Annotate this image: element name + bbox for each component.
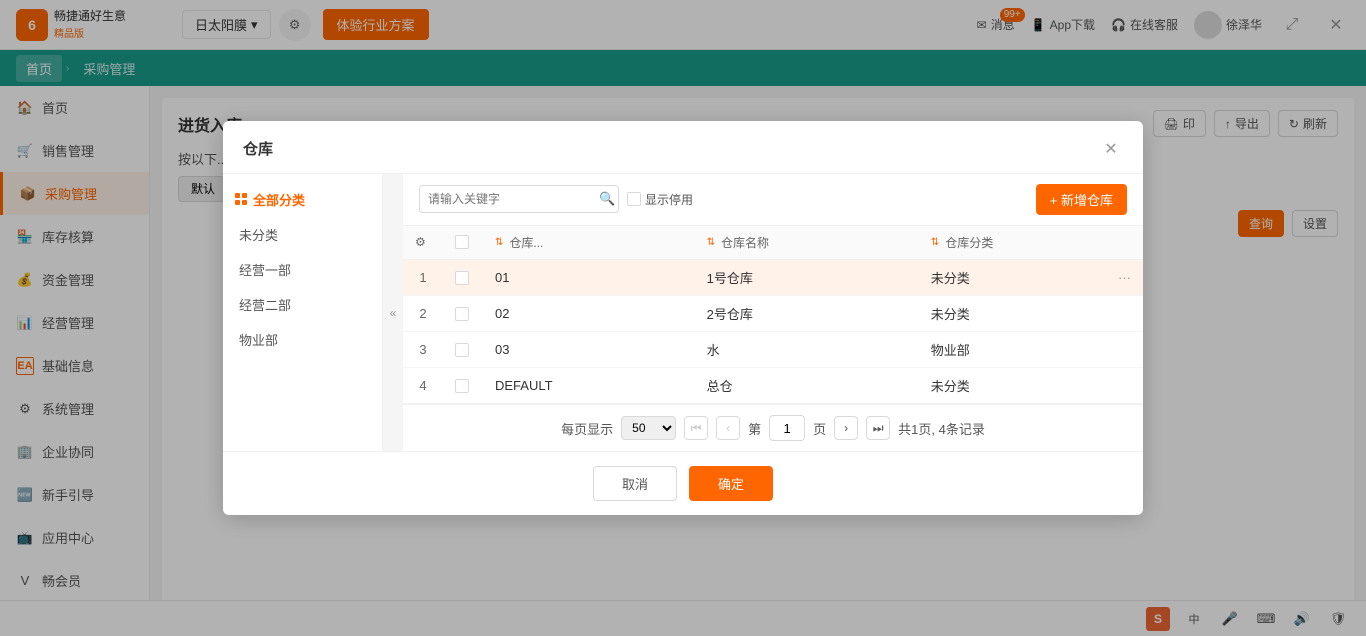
th-settings: ⚙ <box>403 226 443 260</box>
row-name: 1号仓库 <box>695 259 919 296</box>
table-body: 1 01 1号仓库 未分类··· 2 02 2号仓库 未分类 3 03 水 物业… <box>403 259 1143 404</box>
row-checkbox[interactable] <box>455 307 469 321</box>
modal-body: 全部分类 未分类 经营一部 经营二部 物业部 « 🔍 <box>223 174 1143 452</box>
row-checkbox-cell <box>443 368 483 404</box>
category-item-property[interactable]: 物业部 <box>223 322 382 357</box>
row-code: 03 <box>483 332 695 368</box>
category-item-dept1[interactable]: 经营一部 <box>223 252 382 287</box>
table-pagination: 每页显示 50 100 ⏮ ‹ 第 页 › ⏭ 共1页, 4条记录 <box>403 404 1143 451</box>
all-categories-header[interactable]: 全部分类 <box>223 182 382 217</box>
search-icon[interactable]: 🔍 <box>591 186 619 212</box>
modal-sidebar: 全部分类 未分类 经营一部 经营二部 物业部 <box>223 174 383 452</box>
modal-close-button[interactable]: ✕ <box>1099 137 1123 161</box>
row-num: 1 <box>403 259 443 296</box>
th-code: ⇅ 仓库... <box>483 226 695 260</box>
row-num: 2 <box>403 296 443 332</box>
per-page-select[interactable]: 50 100 <box>621 416 676 440</box>
row-category: 未分类 <box>919 296 1143 332</box>
search-input[interactable] <box>420 187 591 211</box>
show-disabled-checkbox[interactable] <box>627 192 641 206</box>
modal-header: 仓库 ✕ <box>223 121 1143 174</box>
last-page-button[interactable]: ⏭ <box>866 416 890 440</box>
show-disabled-wrap: 显示停用 <box>627 191 693 208</box>
next-page-button[interactable]: › <box>834 416 858 440</box>
th-category: ⇅ 仓库分类 <box>919 226 1143 260</box>
table-row[interactable]: 3 03 水 物业部 <box>403 332 1143 368</box>
table-row[interactable]: 2 02 2号仓库 未分类 <box>403 296 1143 332</box>
row-num: 3 <box>403 332 443 368</box>
show-disabled-label: 显示停用 <box>645 191 693 208</box>
prev-page-button[interactable]: ‹ <box>716 416 740 440</box>
add-warehouse-button[interactable]: + 新增仓库 <box>1036 184 1127 215</box>
row-num: 4 <box>403 368 443 404</box>
per-page-label: 每页显示 <box>561 419 613 438</box>
th-name: ⇅ 仓库名称 <box>695 226 919 260</box>
warehouse-table: ⚙ ⇅ 仓库... <box>403 226 1143 405</box>
modal-toolbar-left: 🔍 显示停用 <box>419 185 693 213</box>
table-row[interactable]: 4 DEFAULT 总仓 未分类 <box>403 368 1143 404</box>
row-code: 02 <box>483 296 695 332</box>
grid-icon <box>235 193 247 205</box>
row-checkbox[interactable] <box>455 343 469 357</box>
row-code: DEFAULT <box>483 368 695 404</box>
row-checkbox-cell <box>443 296 483 332</box>
row-checkbox[interactable] <box>455 271 469 285</box>
select-all-checkbox[interactable] <box>455 235 469 249</box>
modal-toolbar: 🔍 显示停用 + 新增仓库 <box>403 174 1143 226</box>
row-checkbox-cell <box>443 259 483 296</box>
sidebar-collapse-button[interactable]: « <box>383 174 403 452</box>
confirm-button[interactable]: 确定 <box>689 466 773 501</box>
total-info: 共1页, 4条记录 <box>898 419 985 438</box>
warehouse-modal: 仓库 ✕ 全部分类 未分类 经营一部 经营二部 物业部 <box>223 121 1143 516</box>
row-more-button[interactable]: ··· <box>1118 270 1131 285</box>
row-category: 物业部 <box>919 332 1143 368</box>
all-categories-label: 全部分类 <box>253 190 305 209</box>
modal-main: 🔍 显示停用 + 新增仓库 <box>403 174 1143 452</box>
modal-table: ⚙ ⇅ 仓库... <box>403 226 1143 405</box>
settings-th-icon: ⚙ <box>415 235 426 249</box>
row-name: 总仓 <box>695 368 919 404</box>
modal-title: 仓库 <box>243 138 273 159</box>
row-checkbox-cell <box>443 332 483 368</box>
row-name: 2号仓库 <box>695 296 919 332</box>
row-category: 未分类 <box>919 368 1143 404</box>
first-page-button[interactable]: ⏮ <box>684 416 708 440</box>
row-code: 01 <box>483 259 695 296</box>
category-item-uncategorized[interactable]: 未分类 <box>223 217 382 252</box>
modal-action-footer: 取消 确定 <box>223 451 1143 515</box>
row-checkbox[interactable] <box>455 379 469 393</box>
table-row[interactable]: 1 01 1号仓库 未分类··· <box>403 259 1143 296</box>
modal-backdrop[interactable]: 仓库 ✕ 全部分类 未分类 经营一部 经营二部 物业部 <box>0 0 1366 636</box>
category-item-dept2[interactable]: 经营二部 <box>223 287 382 322</box>
row-category: 未分类··· <box>919 260 1143 296</box>
cancel-button[interactable]: 取消 <box>593 466 677 501</box>
search-wrap: 🔍 <box>419 185 619 213</box>
page-number-input[interactable] <box>769 415 805 441</box>
row-name: 水 <box>695 332 919 368</box>
th-checkbox <box>443 226 483 260</box>
